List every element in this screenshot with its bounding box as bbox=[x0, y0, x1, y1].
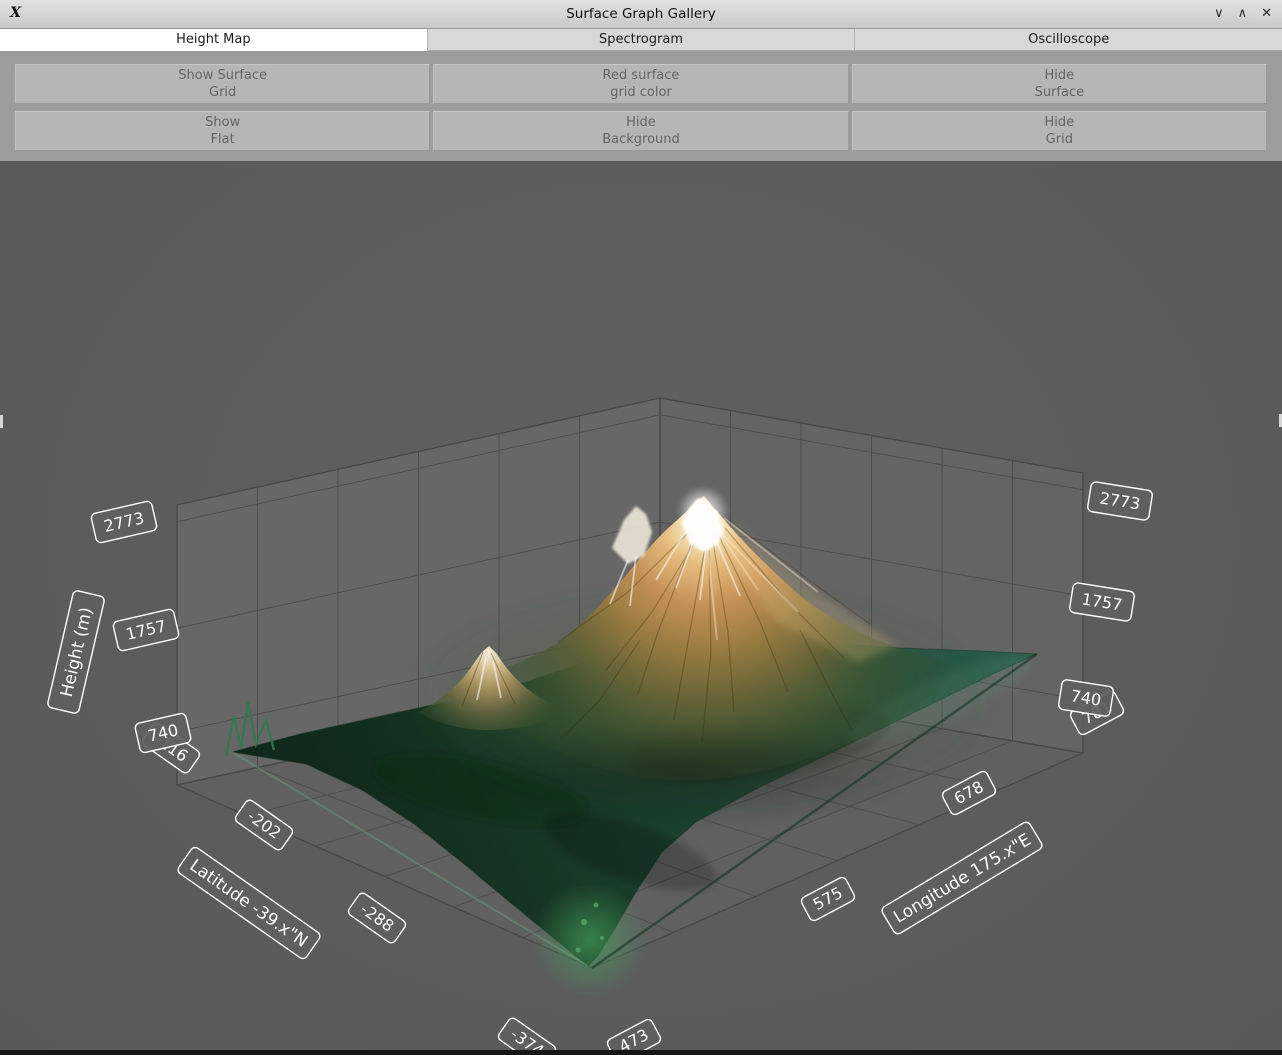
longitude-axis-title: Longitude 175.x"E bbox=[880, 820, 1043, 935]
height-tick-label-left: 2773 bbox=[90, 500, 157, 543]
button-label: Flat bbox=[211, 131, 235, 148]
button-label: Grid bbox=[209, 84, 236, 101]
window-controls: ∨ ∧ ✕ bbox=[1214, 0, 1272, 28]
show-flat-button[interactable]: Show Flat bbox=[15, 111, 430, 151]
surface-plot-viewport[interactable]: 781 678 575 473 -116 bbox=[0, 161, 1282, 1055]
toolbar: Show Surface Grid Red surface grid color… bbox=[0, 51, 1282, 161]
button-label: Red surface bbox=[603, 67, 680, 84]
app-window: X Surface Graph Gallery ∨ ∧ ✕ Height Map… bbox=[0, 0, 1282, 1055]
height-axis-title: Height (m) bbox=[47, 590, 105, 714]
button-label: Grid bbox=[1046, 131, 1073, 148]
height-tick-label-left: 1757 bbox=[112, 608, 179, 651]
titlebar[interactable]: X Surface Graph Gallery ∨ ∧ ✕ bbox=[0, 0, 1282, 29]
svg-text:Latitude -39.x"N: Latitude -39.x"N bbox=[186, 856, 311, 952]
latitude-axis-title: Latitude -39.x"N bbox=[176, 846, 322, 961]
button-label: Show Surface bbox=[178, 67, 267, 84]
button-label: Hide bbox=[1045, 114, 1075, 131]
tab-oscilloscope[interactable]: Oscilloscope bbox=[855, 29, 1282, 51]
window-title: Surface Graph Gallery bbox=[0, 0, 1282, 28]
button-label: grid color bbox=[610, 84, 672, 101]
height-tick-label-right: 2773 bbox=[1087, 481, 1153, 520]
button-label: Surface bbox=[1035, 84, 1085, 101]
window-resize-grip-left[interactable] bbox=[0, 415, 3, 428]
svg-text:Longitude 175.x"E: Longitude 175.x"E bbox=[890, 830, 1034, 928]
tab-bar: Height Map Spectrogram Oscilloscope bbox=[0, 29, 1282, 51]
button-label: Hide bbox=[626, 114, 656, 131]
hide-grid-button[interactable]: Hide Grid bbox=[852, 111, 1267, 151]
button-label: Show bbox=[205, 114, 240, 131]
tab-spectrogram[interactable]: Spectrogram bbox=[428, 29, 856, 51]
hide-surface-button[interactable]: Hide Surface bbox=[852, 64, 1267, 104]
longitude-tick-label: 575 bbox=[800, 876, 856, 922]
hide-background-button[interactable]: Hide Background bbox=[433, 111, 848, 151]
red-surface-grid-color-button[interactable]: Red surface grid color bbox=[433, 64, 848, 104]
tab-height-map[interactable]: Height Map bbox=[0, 29, 428, 51]
surface-3d-scene: 781 678 575 473 -116 bbox=[0, 161, 1282, 1055]
shade-icon[interactable]: ∨ bbox=[1214, 0, 1224, 28]
show-surface-grid-button[interactable]: Show Surface Grid bbox=[15, 64, 430, 104]
maximize-icon[interactable]: ∧ bbox=[1238, 0, 1248, 28]
latitude-tick-label: -288 bbox=[347, 891, 408, 944]
button-label: Hide bbox=[1045, 67, 1075, 84]
window-bottom-edge bbox=[0, 1050, 1282, 1055]
close-icon[interactable]: ✕ bbox=[1261, 0, 1272, 28]
button-label: Background bbox=[602, 131, 680, 148]
